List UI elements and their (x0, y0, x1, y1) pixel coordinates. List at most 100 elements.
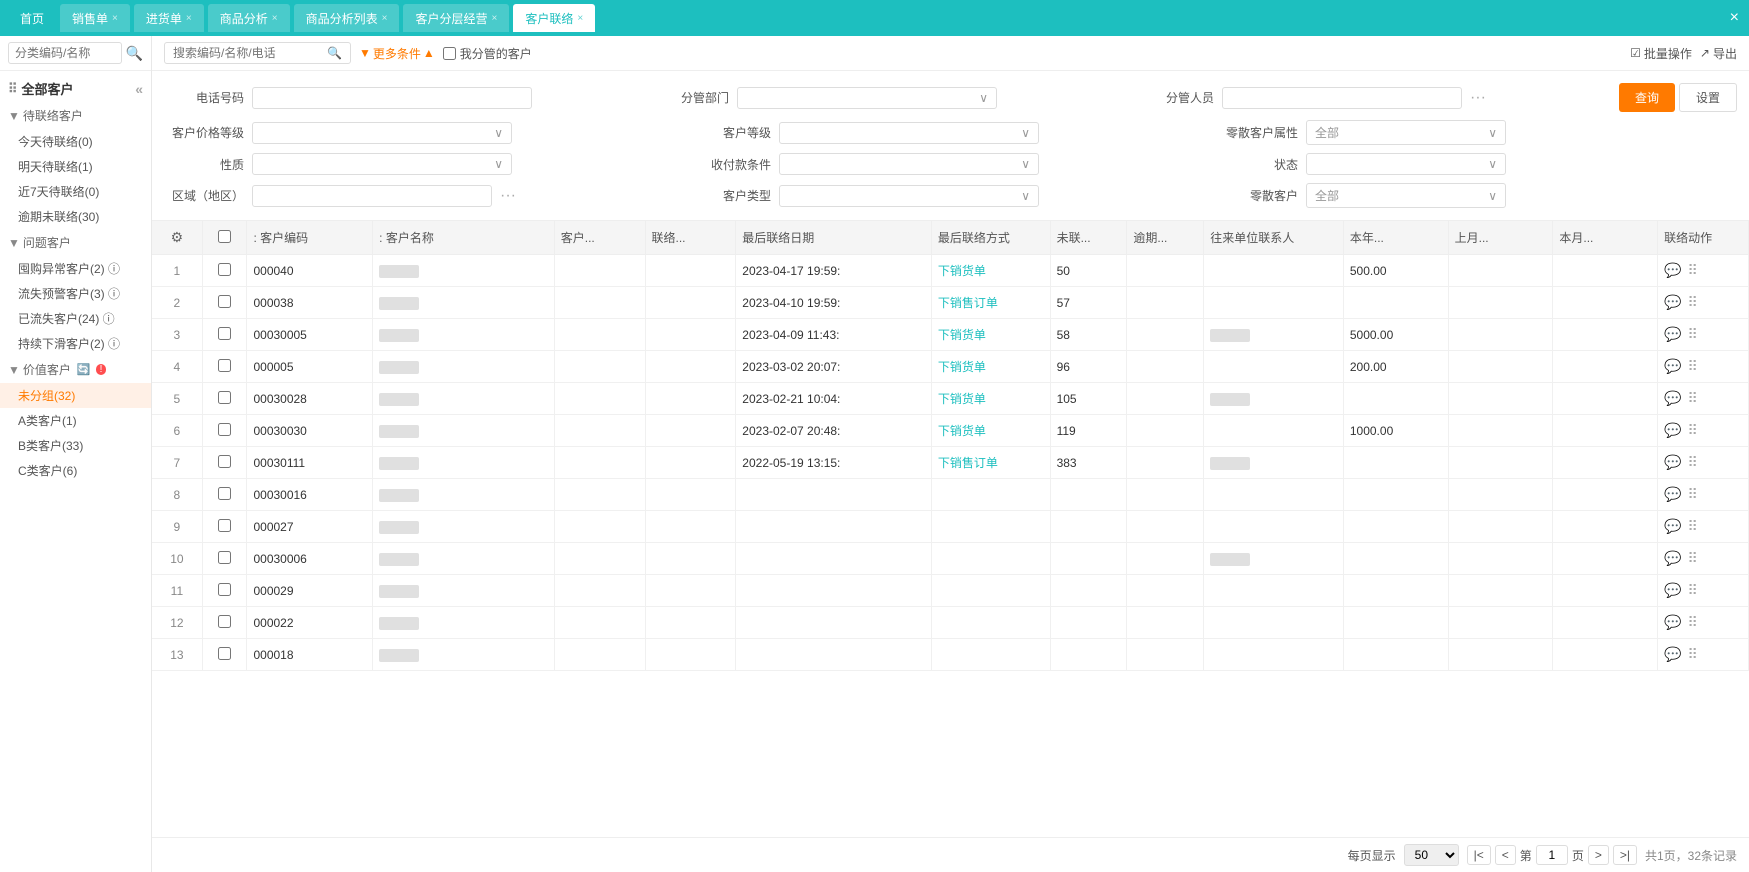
phone-action-icon[interactable]: 💬 (1664, 326, 1681, 343)
region-dots[interactable]: ··· (500, 187, 516, 205)
method-link[interactable]: 下销货单 (938, 360, 986, 374)
customer-tier-select[interactable]: ∨ (779, 122, 1039, 144)
phone-field[interactable] (252, 87, 532, 109)
tab-customer-tier-close[interactable]: × (491, 13, 497, 24)
more-action-icon[interactable]: ⠿ (1688, 646, 1698, 663)
row-checkbox[interactable] (218, 647, 231, 660)
payment-select[interactable]: ∨ (779, 153, 1039, 175)
sidebar-item-tomorrow[interactable]: 明天待联络(1) (0, 154, 151, 179)
tab-purchase[interactable]: 进货单 × (134, 4, 204, 32)
my-customer-checkbox[interactable] (443, 47, 456, 60)
sidebar-item-churned[interactable]: 已流失客户(24) ⓘ (0, 306, 151, 331)
sidebar-item-overdue[interactable]: 逾期未联络(30) (0, 204, 151, 229)
tab-sales[interactable]: 销售单 × (60, 4, 130, 32)
phone-action-icon[interactable]: 💬 (1664, 262, 1681, 279)
my-customer-filter[interactable]: 我分管的客户 (443, 45, 532, 62)
batch-op-button[interactable]: ☑ 批量操作 (1630, 45, 1692, 62)
sidebar-group-pending[interactable]: ▼ 待联络客户 (0, 102, 151, 129)
more-action-icon[interactable]: ⠿ (1688, 486, 1698, 503)
sidebar-group-problem[interactable]: ▼ 问题客户 (0, 229, 151, 256)
search-icon[interactable]: 🔍 (327, 46, 342, 60)
nature-select[interactable]: ∨ (252, 153, 512, 175)
tab-sales-close[interactable]: × (112, 13, 118, 24)
sidebar-item-churn-warn[interactable]: 流失预警客户(3) ⓘ (0, 281, 151, 306)
phone-action-icon[interactable]: 💬 (1664, 422, 1681, 439)
query-button[interactable]: 查询 (1619, 83, 1675, 112)
close-all-button[interactable]: × (1730, 9, 1739, 27)
more-action-icon[interactable]: ⠿ (1688, 550, 1698, 567)
cust-type-select[interactable]: ∨ (779, 185, 1039, 207)
row-checkbox[interactable] (218, 359, 231, 372)
phone-input[interactable] (261, 91, 523, 105)
more-action-icon[interactable]: ⠿ (1688, 422, 1698, 439)
phone-action-icon[interactable]: 💬 (1664, 454, 1681, 471)
tab-goods-analysis-close[interactable]: × (272, 13, 278, 24)
next-page-button[interactable]: > (1588, 845, 1609, 865)
sidebar-item-c-class[interactable]: C类客户(6) (0, 458, 151, 483)
row-checkbox[interactable] (218, 327, 231, 340)
per-page-select[interactable]: 50 100 200 (1404, 844, 1459, 866)
search-input[interactable] (173, 46, 323, 60)
row-checkbox[interactable] (218, 391, 231, 404)
scatter-select[interactable]: 全部 ∨ (1306, 183, 1506, 208)
tab-customer-contact[interactable]: 客户联络 × (513, 4, 595, 32)
row-checkbox[interactable] (218, 455, 231, 468)
method-link[interactable]: 下销售订单 (938, 296, 998, 310)
sidebar-search-input[interactable] (8, 42, 122, 64)
phone-action-icon[interactable]: 💬 (1664, 614, 1681, 631)
settings-icon[interactable]: ⚙ (171, 229, 184, 245)
row-checkbox[interactable] (218, 615, 231, 628)
region-input[interactable] (261, 189, 483, 203)
tab-goods-list-close[interactable]: × (382, 13, 388, 24)
tab-customer-contact-close[interactable]: × (577, 13, 583, 24)
more-action-icon[interactable]: ⠿ (1688, 518, 1698, 535)
sidebar-group-value[interactable]: ▼ 价值客户 🔄 ! (0, 356, 151, 383)
person-input[interactable] (1231, 91, 1453, 105)
tab-goods-list[interactable]: 商品分析列表 × (294, 4, 400, 32)
sidebar-item-b-class[interactable]: B类客户(33) (0, 433, 151, 458)
more-action-icon[interactable]: ⠿ (1688, 390, 1698, 407)
export-button[interactable]: ↗ 导出 (1700, 45, 1737, 62)
phone-action-icon[interactable]: 💬 (1664, 550, 1681, 567)
sidebar-item-ungrouped[interactable]: 未分组(32) (0, 383, 151, 408)
more-action-icon[interactable]: ⠿ (1688, 582, 1698, 599)
phone-action-icon[interactable]: 💬 (1664, 390, 1681, 407)
tab-purchase-close[interactable]: × (186, 13, 192, 24)
phone-action-icon[interactable]: 💬 (1664, 358, 1681, 375)
sidebar-collapse-button[interactable]: « (135, 81, 143, 97)
sidebar-item-abnormal[interactable]: 囤购异常客户(2) ⓘ (0, 256, 151, 281)
method-link[interactable]: 下销售订单 (938, 456, 998, 470)
sidebar-item-a-class[interactable]: A类客户(1) (0, 408, 151, 433)
sidebar-search-icon[interactable]: 🔍 (126, 45, 143, 62)
row-checkbox[interactable] (218, 551, 231, 564)
row-checkbox[interactable] (218, 295, 231, 308)
more-conditions-button[interactable]: ▼ 更多条件 ▲ (359, 45, 435, 62)
method-link[interactable]: 下销货单 (938, 424, 986, 438)
region-field[interactable] (252, 185, 492, 207)
phone-action-icon[interactable]: 💬 (1664, 486, 1681, 503)
tab-customer-tier[interactable]: 客户分层经营 × (403, 4, 509, 32)
sidebar-item-today[interactable]: 今天待联络(0) (0, 129, 151, 154)
scatter-attr-select[interactable]: 全部 ∨ (1306, 120, 1506, 145)
more-action-icon[interactable]: ⠿ (1688, 454, 1698, 471)
tab-home[interactable]: 首页 (8, 4, 56, 32)
row-checkbox[interactable] (218, 583, 231, 596)
row-checkbox[interactable] (218, 519, 231, 532)
first-page-button[interactable]: |< (1467, 845, 1491, 865)
person-dots[interactable]: ··· (1470, 89, 1486, 107)
tab-goods-analysis[interactable]: 商品分析 × (208, 4, 290, 32)
method-link[interactable]: 下销货单 (938, 392, 986, 406)
method-link[interactable]: 下销货单 (938, 264, 986, 278)
reset-button[interactable]: 设置 (1679, 83, 1737, 112)
page-input[interactable] (1536, 845, 1568, 865)
more-action-icon[interactable]: ⠿ (1688, 614, 1698, 631)
price-tier-select[interactable]: ∨ (252, 122, 512, 144)
select-all-checkbox[interactable] (218, 230, 231, 243)
sidebar-item-declining[interactable]: 持续下滑客户(2) ⓘ (0, 331, 151, 356)
phone-action-icon[interactable]: 💬 (1664, 582, 1681, 599)
phone-action-icon[interactable]: 💬 (1664, 294, 1681, 311)
row-checkbox[interactable] (218, 487, 231, 500)
phone-action-icon[interactable]: 💬 (1664, 518, 1681, 535)
last-page-button[interactable]: >| (1613, 845, 1637, 865)
status-select[interactable]: ∨ (1306, 153, 1506, 175)
